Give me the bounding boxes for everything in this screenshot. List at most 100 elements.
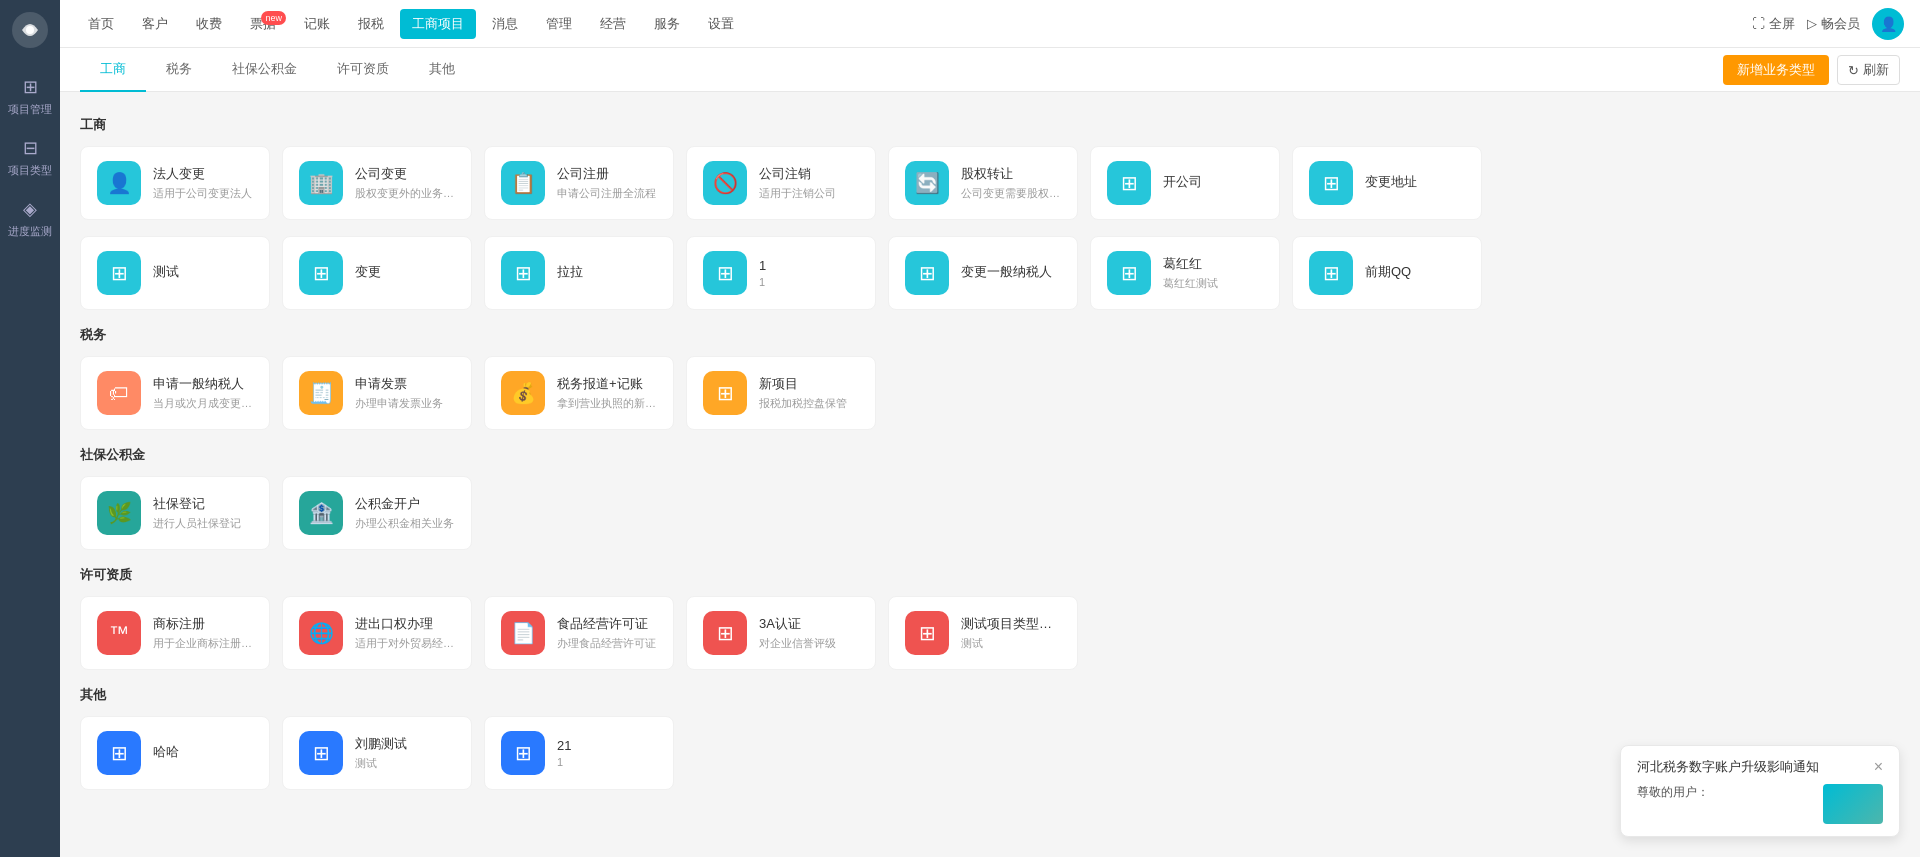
- nav-accounting[interactable]: 记账: [292, 9, 342, 39]
- tab-shebao[interactable]: 社保公积金: [212, 48, 317, 92]
- card-title: 股权转让: [961, 165, 1061, 183]
- card-trademark[interactable]: ™ 商标注册 用于企业商标注册服务: [80, 596, 270, 670]
- card-desc: 对企业信誉评级: [759, 636, 859, 651]
- card-change2[interactable]: ⊞ 变更: [282, 236, 472, 310]
- nav-client[interactable]: 客户: [130, 9, 180, 39]
- nav-settings[interactable]: 设置: [696, 9, 746, 39]
- card-tax-report[interactable]: 💰 税务报道+记账 拿到营业执照的新公司: [484, 356, 674, 430]
- card-icon-tax-report: 💰: [501, 371, 545, 415]
- card-desc: 申请公司注册全流程: [557, 186, 657, 201]
- card-icon-haha: ⊞: [97, 731, 141, 775]
- member-label: 畅会员: [1821, 15, 1860, 33]
- card-title: 申请一般纳税人: [153, 375, 253, 393]
- card-icon-new-project: ⊞: [703, 371, 747, 415]
- card-title: 变更地址: [1365, 173, 1465, 191]
- card-3a-cert[interactable]: ⊞ 3A认证 对企业信誉评级: [686, 596, 876, 670]
- sidebar-item-label: 项目类型: [8, 163, 52, 178]
- card-icon-num1: ⊞: [703, 251, 747, 295]
- xuke-cards: ™ 商标注册 用于企业商标注册服务 🌐 进出口权办理 适用于对外贸易经营者 📄 …: [80, 596, 1900, 670]
- card-icon-apply-invoice: 🧾: [299, 371, 343, 415]
- section-title-xuke: 许可资质: [80, 566, 1900, 584]
- card-apply-taxpayer[interactable]: 🏷 申请一般纳税人 当月或次月成变更完成: [80, 356, 270, 430]
- card-icon-import-export: 🌐: [299, 611, 343, 655]
- fullscreen-label: 全屏: [1769, 15, 1795, 33]
- topnav: 首页 客户 收费 票据 new 记账 报税 工商项目 消息 管理 经营 服务 设…: [60, 0, 1920, 48]
- new-type-button[interactable]: 新增业务类型: [1723, 55, 1829, 85]
- card-company-register[interactable]: 📋 公司注册 申请公司注册全流程: [484, 146, 674, 220]
- topnav-right: ⛶ 全屏 ▷ 畅会员 👤: [1752, 8, 1904, 40]
- card-change-address[interactable]: ⊞ 变更地址: [1292, 146, 1482, 220]
- nav-home[interactable]: 首页: [76, 9, 126, 39]
- avatar[interactable]: 👤: [1872, 8, 1904, 40]
- nav-biz-project[interactable]: 工商项目: [400, 9, 476, 39]
- card-title: 公司变更: [355, 165, 455, 183]
- card-new-project[interactable]: ⊞ 新项目 报税加税控盘保管: [686, 356, 876, 430]
- shuiwu-cards: 🏷 申请一般纳税人 当月或次月成变更完成 🧾 申请发票 办理申请发票业务 💰 税…: [80, 356, 1900, 430]
- card-test-project-type[interactable]: ⊞ 测试项目类型自定义 测试: [888, 596, 1078, 670]
- card-title: 3A认证: [759, 615, 859, 633]
- card-change-taxpayer[interactable]: ⊞ 变更一般纳税人: [888, 236, 1078, 310]
- nav-operation[interactable]: 经营: [588, 9, 638, 39]
- tab-shuiwu[interactable]: 税务: [146, 48, 212, 92]
- refresh-button[interactable]: ↻ 刷新: [1837, 55, 1900, 85]
- card-company-change[interactable]: 🏢 公司变更 股权变更外的业务变更: [282, 146, 472, 220]
- nav-ticket[interactable]: 票据 new: [238, 9, 288, 39]
- member-btn[interactable]: ▷ 畅会员: [1807, 15, 1860, 33]
- sidebar-logo: [10, 10, 50, 50]
- card-icon-legal-change: 👤: [97, 161, 141, 205]
- nav-manage[interactable]: 管理: [534, 9, 584, 39]
- card-liupeng-test[interactable]: ⊞ 刘鹏测试 测试: [282, 716, 472, 790]
- tab-bar: 工商 税务 社保公积金 许可资质 其他 新增业务类型 ↻ 刷新: [60, 48, 1920, 92]
- sidebar-item-label: 进度监测: [8, 224, 52, 239]
- card-food-license[interactable]: 📄 食品经营许可证 办理食品经营许可证: [484, 596, 674, 670]
- notif-close-button[interactable]: ×: [1874, 758, 1883, 776]
- sidebar-item-project-type[interactable]: ⊟ 项目类型: [0, 127, 60, 188]
- nav-message[interactable]: 消息: [480, 9, 530, 39]
- card-title: 变更一般纳税人: [961, 263, 1061, 281]
- card-provident-fund[interactable]: 🏦 公积金开户 办理公积金相关业务: [282, 476, 472, 550]
- card-desc: 1: [557, 756, 657, 768]
- card-legal-change[interactable]: 👤 法人变更 适用于公司变更法人: [80, 146, 270, 220]
- card-test[interactable]: ⊞ 测试: [80, 236, 270, 310]
- nav-tax[interactable]: 报税: [346, 9, 396, 39]
- card-social-insurance[interactable]: 🌿 社保登记 进行人员社保登记: [80, 476, 270, 550]
- nav-service[interactable]: 服务: [642, 9, 692, 39]
- card-icon-provident-fund: 🏦: [299, 491, 343, 535]
- card-desc: 办理申请发票业务: [355, 396, 455, 411]
- sidebar-item-progress-monitor[interactable]: ◈ 进度监测: [0, 188, 60, 249]
- card-title: 新项目: [759, 375, 859, 393]
- grid-icon: ⊞: [23, 76, 38, 98]
- notif-title: 河北税务数字账户升级影响通知: [1637, 758, 1819, 776]
- sidebar-item-project-manage[interactable]: ⊞ 项目管理: [0, 66, 60, 127]
- card-icon-trademark: ™: [97, 611, 141, 655]
- card-import-export[interactable]: 🌐 进出口权办理 适用于对外贸易经营者: [282, 596, 472, 670]
- fullscreen-btn[interactable]: ⛶ 全屏: [1752, 15, 1795, 33]
- card-mohonghong[interactable]: ⊞ 葛红红 葛红红测试: [1090, 236, 1280, 310]
- card-title: 商标注册: [153, 615, 253, 633]
- card-num21[interactable]: ⊞ 21 1: [484, 716, 674, 790]
- card-desc: 股权变更外的业务变更: [355, 186, 455, 201]
- tab-gongshang[interactable]: 工商: [80, 48, 146, 92]
- nav-billing[interactable]: 收费: [184, 9, 234, 39]
- card-title: 前期QQ: [1365, 263, 1465, 281]
- card-title: 1: [759, 258, 859, 273]
- card-equity-transfer[interactable]: 🔄 股权转让 公司变更需要股权转让: [888, 146, 1078, 220]
- avatar-text: 👤: [1880, 16, 1897, 32]
- section-title-qita: 其他: [80, 686, 1900, 704]
- card-front-qq[interactable]: ⊞ 前期QQ: [1292, 236, 1482, 310]
- card-desc: 进行人员社保登记: [153, 516, 253, 531]
- section-title-shebao: 社保公积金: [80, 446, 1900, 464]
- card-haha[interactable]: ⊞ 哈哈: [80, 716, 270, 790]
- card-icon-mohonghong: ⊞: [1107, 251, 1151, 295]
- card-company-cancel[interactable]: 🚫 公司注销 适用于注销公司: [686, 146, 876, 220]
- card-open-company[interactable]: ⊞ 开公司: [1090, 146, 1280, 220]
- card-num1[interactable]: ⊞ 1 1: [686, 236, 876, 310]
- card-desc: 当月或次月成变更完成: [153, 396, 253, 411]
- card-lala[interactable]: ⊞ 拉拉: [484, 236, 674, 310]
- shebao-cards: 🌿 社保登记 进行人员社保登记 🏦 公积金开户 办理公积金相关业务: [80, 476, 1900, 550]
- tab-xuke[interactable]: 许可资质: [317, 48, 409, 92]
- card-apply-invoice[interactable]: 🧾 申请发票 办理申请发票业务: [282, 356, 472, 430]
- card-desc: 适用于公司变更法人: [153, 186, 253, 201]
- tab-qita[interactable]: 其他: [409, 48, 475, 92]
- card-desc: 测试: [961, 636, 1061, 651]
